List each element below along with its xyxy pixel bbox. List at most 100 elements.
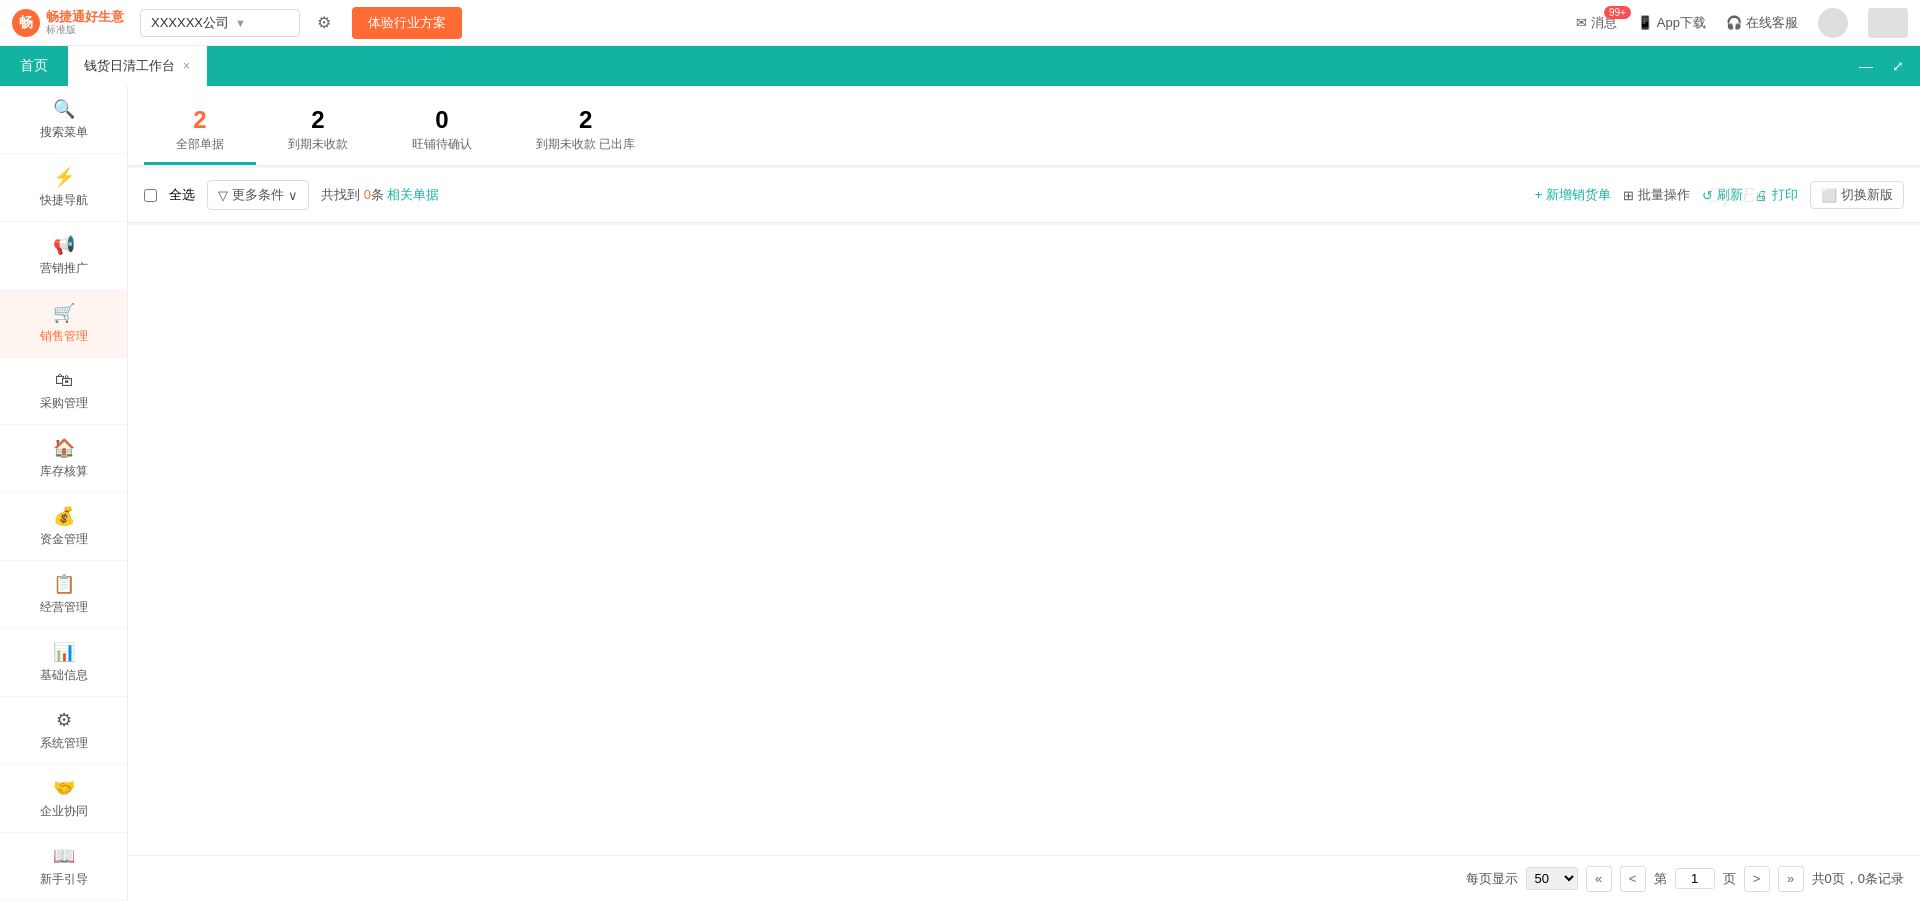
stat-tab-overdue[interactable]: 2 到期未收款: [256, 98, 380, 165]
batch-label: 批量操作: [1638, 186, 1690, 204]
switch-label: 切换新版: [1841, 186, 1893, 204]
sidebar-quick-nav-label: 快捷导航: [40, 192, 88, 209]
stat-shipped-label: 到期未收款 已出库: [536, 136, 635, 153]
sidebar-item-system[interactable]: ⚙ 系统管理: [0, 697, 127, 765]
sidebar-marketing-label: 营销推广: [40, 260, 88, 277]
new-sales-order-button[interactable]: + 新增销货单: [1535, 186, 1611, 204]
stat-tab-pending[interactable]: 0 旺铺待确认: [380, 98, 504, 165]
stat-pending-label: 旺铺待确认: [412, 136, 472, 153]
search-icon: 🔍: [53, 98, 75, 120]
stat-all-label: 全部单据: [176, 136, 224, 153]
stat-tab-all[interactable]: 2 全部单据: [144, 98, 256, 165]
logo-text: 畅捷通好生意 标准版: [46, 9, 124, 37]
sidebar-item-finance[interactable]: 💰 资金管理: [0, 493, 127, 561]
user-name-area[interactable]: [1868, 8, 1908, 38]
marketing-icon: 📢: [53, 234, 75, 256]
new-sales-order-label: + 新增销货单: [1535, 186, 1611, 204]
sidebar-item-guide[interactable]: 📖 新手引导: [0, 833, 127, 901]
page-number-input[interactable]: [1675, 868, 1715, 889]
prev-page-button[interactable]: <: [1620, 866, 1646, 892]
print-button[interactable]: 🖨 打印: [1755, 186, 1798, 204]
system-icon: ⚙: [56, 709, 72, 731]
headset-icon: 🎧: [1726, 15, 1742, 30]
tab-close-icon[interactable]: ×: [183, 59, 190, 73]
sidebar-item-basic-info[interactable]: 📊 基础信息: [0, 629, 127, 697]
sidebar-item-enterprise[interactable]: 🤝 企业协同: [0, 765, 127, 833]
filter-label: 更多条件: [232, 186, 284, 204]
batch-operation-button[interactable]: ⊞ 批量操作: [1623, 186, 1690, 204]
logo-icon: 畅: [12, 9, 40, 37]
sales-icon: 🛒: [53, 302, 75, 324]
avatar[interactable]: [1818, 8, 1848, 38]
next-page-button[interactable]: >: [1744, 866, 1770, 892]
message-button[interactable]: ✉ 消息 99+: [1576, 14, 1617, 32]
settings-button[interactable]: ⚙: [308, 7, 340, 39]
sidebar-item-inventory[interactable]: 🏠 库存核算: [0, 425, 127, 493]
main-layout: 🔍 搜索菜单 ⚡ 快捷导航 📢 营销推广 🛒 销售管理 🛍 采购管理 🏠 库存核…: [0, 86, 1920, 901]
message-icon: ✉: [1576, 15, 1587, 30]
top-header: 畅 畅捷通好生意 标准版 XXXXXX公司 ▼ ⚙ 体验行业方案 ✉ 消息 99…: [0, 0, 1920, 46]
sidebar-sales-label: 销售管理: [40, 328, 88, 345]
sidebar-item-search[interactable]: 🔍 搜索菜单: [0, 86, 127, 154]
sidebar-item-marketing[interactable]: 📢 营销推广: [0, 222, 127, 290]
basic-info-icon: 📊: [53, 641, 75, 663]
select-all-checkbox[interactable]: [144, 189, 157, 202]
guide-icon: 📖: [53, 845, 75, 867]
switch-icon: ⬜: [1821, 188, 1837, 203]
content-area: 2 全部单据 2 到期未收款 0 旺铺待确认 2 到期未收款 已出库 全选 ▽ …: [128, 86, 1920, 901]
trial-button[interactable]: 体验行业方案: [352, 7, 462, 39]
sidebar-item-operations[interactable]: 📋 经营管理: [0, 561, 127, 629]
print-icon: 🖨: [1755, 188, 1768, 203]
sidebar-search-label: 搜索菜单: [40, 124, 88, 141]
header-right: ✉ 消息 99+ 📱 App下载 🎧 在线客服: [1576, 8, 1908, 38]
app-download-button[interactable]: 📱 App下载: [1637, 14, 1706, 32]
per-page-select[interactable]: 50 100 200: [1526, 867, 1578, 890]
sidebar-guide-label: 新手引导: [40, 871, 88, 888]
tab-maximize-button[interactable]: ⤢: [1884, 52, 1912, 80]
sidebar-enterprise-label: 企业协同: [40, 803, 88, 820]
total-records-label: 共0页，0条记录: [1812, 870, 1904, 888]
last-page-button[interactable]: »: [1778, 866, 1804, 892]
tab-bar-right: — ⤢: [1852, 46, 1920, 86]
app-download-icon: 📱: [1637, 15, 1653, 30]
related-orders-link[interactable]: 相关单据: [387, 187, 439, 202]
print-label: 打印: [1772, 186, 1798, 204]
sidebar-item-sales[interactable]: 🛒 销售管理: [0, 290, 127, 358]
enterprise-icon: 🤝: [53, 777, 75, 799]
sidebar-basic-info-label: 基础信息: [40, 667, 88, 684]
refresh-icon: ↺: [1702, 188, 1713, 203]
select-all-label: 全选: [169, 186, 195, 204]
company-selector[interactable]: XXXXXX公司 ▼: [140, 9, 300, 37]
tab-bar: 首页 钱货日清工作台 × — ⤢: [0, 46, 1920, 86]
sidebar-item-purchase[interactable]: 🛍 采购管理: [0, 358, 127, 425]
stat-all-count: 2: [193, 106, 206, 134]
company-name: XXXXXX公司: [151, 14, 229, 32]
filter-arrow-icon: ∨: [288, 188, 298, 203]
tab-minimize-button[interactable]: —: [1852, 52, 1880, 80]
stat-tab-shipped[interactable]: 2 到期未收款 已出库: [504, 98, 667, 165]
batch-icon: ⊞: [1623, 188, 1634, 203]
pagination: 每页显示 50 100 200 « < 第 页 > » 共0页，0条记录: [128, 855, 1920, 901]
online-service-label: 在线客服: [1746, 14, 1798, 32]
sidebar-inventory-label: 库存核算: [40, 463, 88, 480]
first-page-button[interactable]: «: [1586, 866, 1612, 892]
stat-shipped-count: 2: [579, 106, 592, 134]
refresh-button[interactable]: ↺ 刷新: [1702, 186, 1743, 204]
online-service-button[interactable]: 🎧 在线客服: [1726, 14, 1798, 32]
purchase-icon: 🛍: [55, 370, 73, 391]
message-badge: 99+: [1604, 6, 1631, 19]
stat-pending-count: 0: [435, 106, 448, 134]
switch-version-button[interactable]: ⬜ 切换新版: [1810, 181, 1904, 209]
tab-home[interactable]: 首页: [0, 46, 68, 86]
sidebar-purchase-label: 采购管理: [40, 395, 88, 412]
sidebar-system-label: 系统管理: [40, 735, 88, 752]
filter-button[interactable]: ▽ 更多条件 ∨: [207, 180, 309, 210]
tab-active[interactable]: 钱货日清工作台 ×: [68, 46, 207, 86]
finance-icon: 💰: [53, 505, 75, 527]
sidebar-operations-label: 经营管理: [40, 599, 88, 616]
sidebar: 🔍 搜索菜单 ⚡ 快捷导航 📢 营销推广 🛒 销售管理 🛍 采购管理 🏠 库存核…: [0, 86, 128, 901]
sidebar-item-quick-nav[interactable]: ⚡ 快捷导航: [0, 154, 127, 222]
stat-overdue-count: 2: [311, 106, 324, 134]
page-end-label: 页: [1723, 870, 1736, 888]
refresh-label: 刷新: [1717, 186, 1743, 204]
